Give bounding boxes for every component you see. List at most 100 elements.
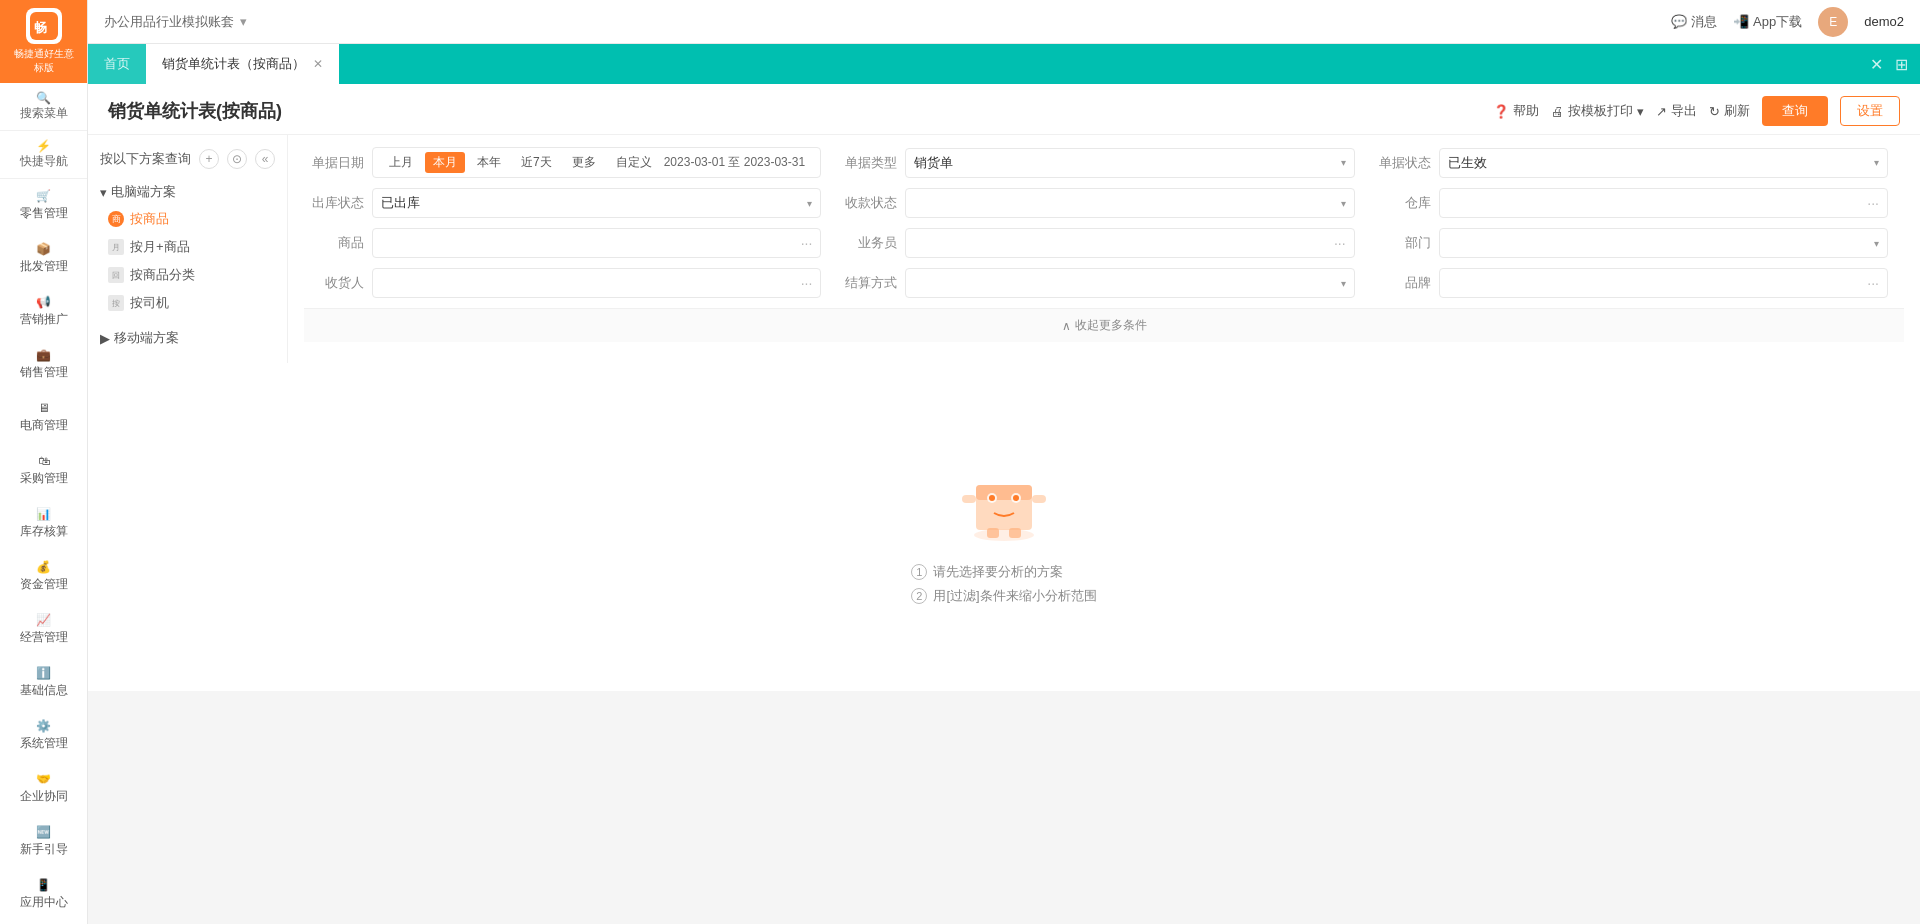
sidebar-item-basic[interactable]: ℹ️ 基础信息 (0, 656, 87, 709)
tab-bar: 首页 销货单统计表（按商品） ✕ ✕ ⊞ (88, 44, 1920, 84)
query-button[interactable]: 查询 (1762, 96, 1828, 126)
tab-home[interactable]: 首页 (88, 44, 146, 84)
doc-status-arrow: ▾ (1874, 157, 1879, 168)
window-minimize-button[interactable]: ✕ (1866, 55, 1887, 74)
svg-text:畅: 畅 (34, 20, 47, 35)
message-button[interactable]: 💬 消息 (1671, 13, 1717, 31)
doc-type-label: 单据类型 (837, 154, 905, 172)
refresh-button[interactable]: ↻ 刷新 (1709, 102, 1750, 120)
sidebar-search[interactable]: 🔍 搜索菜单 (0, 83, 87, 131)
receiver-label: 收货人 (304, 274, 372, 292)
goods-control[interactable]: ··· (372, 228, 821, 258)
filter-row-4: 收货人 ··· 结算方式 ▾ 品牌 ··· (304, 268, 1904, 298)
breadcrumb-text: 办公用品行业模拟账套 (104, 13, 234, 31)
topbar: 办公用品行业模拟账套 ▾ 💬 消息 📲 App下载 E demo2 (88, 0, 1920, 44)
brand-dots: ··· (1867, 275, 1879, 291)
empty-tips: 1 请先选择要分析的方案 2 用[过滤]条件来缩小分析范围 (911, 563, 1096, 611)
svg-rect-4 (976, 485, 1032, 500)
settlement-control[interactable]: ▾ (905, 268, 1354, 298)
warehouse-dots: ··· (1867, 195, 1879, 211)
department-control[interactable]: ▾ (1439, 228, 1888, 258)
doc-type-control[interactable]: 销货单 ▾ (905, 148, 1354, 178)
scheme-item-icon-by-month: 月 (108, 239, 124, 255)
tip-num-2: 2 (911, 588, 927, 604)
scheme-header: 按以下方案查询 + ⊙ « (88, 143, 287, 175)
sidebar-menu-list: 🛒 零售管理 📦 批发管理 📢 营销推广 💼 销售管理 🖥 电商管理 🛍 采购管… (0, 179, 87, 924)
template-print-button[interactable]: 🖨 按模板打印 ▾ (1551, 102, 1644, 120)
sidebar-item-operation[interactable]: 📈 经营管理 (0, 603, 87, 656)
sidebar-item-ecommerce[interactable]: 🖥 电商管理 (0, 391, 87, 444)
date-range-group[interactable]: 上月 本月 本年 近7天 更多 自定义 2023-03-01 至 2023-03… (372, 147, 821, 178)
sidebar-item-inventory[interactable]: 📊 库存核算 (0, 497, 87, 550)
sidebar-item-enterprise[interactable]: 🤝 企业协同 (0, 762, 87, 815)
tab-close-button[interactable]: ✕ (313, 57, 323, 71)
scheme-item-by-month-goods[interactable]: 月 按月+商品 (96, 233, 287, 261)
scheme-group-arrow: ▾ (100, 185, 107, 200)
settlement-label: 结算方式 (837, 274, 905, 292)
salesperson-control[interactable]: ··· (905, 228, 1354, 258)
scheme-item-by-cashier[interactable]: 按 按司机 (96, 289, 287, 317)
payment-status-control[interactable]: ▾ (905, 188, 1354, 218)
date-pill-7days[interactable]: 近7天 (513, 152, 560, 173)
sidebar-item-marketing[interactable]: 📢 营销推广 (0, 285, 87, 338)
doc-type-value: 销货单 (914, 154, 1340, 172)
salesperson-dots: ··· (1334, 235, 1346, 251)
scheme-sidebar: 按以下方案查询 + ⊙ « ▾ 电脑端方案 商 按商品 (88, 135, 288, 363)
app-download-button[interactable]: 📲 App下载 (1733, 13, 1802, 31)
empty-state: 1 请先选择要分析的方案 2 用[过滤]条件来缩小分析范围 (88, 363, 1920, 691)
collapse-bar[interactable]: ∧ 收起更多条件 (304, 308, 1904, 342)
scheme-items-desktop: 商 按商品 月 按月+商品 回 按商品分类 (88, 205, 287, 317)
sidebar-item-newuser[interactable]: 🆕 新手引导 (0, 815, 87, 868)
settings-button[interactable]: 设置 (1840, 96, 1900, 126)
window-maximize-button[interactable]: ⊞ (1891, 55, 1912, 74)
tip-text-2: 用[过滤]条件来缩小分析范围 (933, 587, 1096, 605)
out-status-control[interactable]: 已出库 ▾ (372, 188, 821, 218)
warehouse-control[interactable]: ··· (1439, 188, 1888, 218)
sidebar-item-appcenter[interactable]: 📱 应用中心 (0, 868, 87, 921)
breadcrumb-dropdown-icon[interactable]: ▾ (240, 14, 247, 29)
receiver-control[interactable]: ··· (372, 268, 821, 298)
scheme-group-mobile-title[interactable]: ▶ 移动端方案 (88, 325, 287, 351)
topbar-right: 💬 消息 📲 App下载 E demo2 (1671, 7, 1904, 37)
sidebar-item-system[interactable]: ⚙️ 系统管理 (0, 709, 87, 762)
sidebar-item-wholesale[interactable]: 📦 批发管理 (0, 232, 87, 285)
print-dropdown-icon: ▾ (1637, 104, 1644, 119)
user-name[interactable]: demo2 (1864, 14, 1904, 29)
scheme-copy-button[interactable]: ⊙ (227, 149, 247, 169)
filter-row-2: 出库状态 已出库 ▾ 收款状态 ▾ 仓库 ·· (304, 188, 1904, 218)
filter-row-3: 商品 ··· 业务员 ··· 部门 ▾ (304, 228, 1904, 258)
sidebar-item-finance[interactable]: 💰 资金管理 (0, 550, 87, 603)
tab-report[interactable]: 销货单统计表（按商品） ✕ (146, 44, 339, 84)
date-pill-more[interactable]: 更多 (564, 152, 604, 173)
sidebar-item-retail[interactable]: 🛒 零售管理 (0, 179, 87, 232)
help-button[interactable]: ❓ 帮助 (1493, 102, 1539, 120)
date-pill-this-month[interactable]: 本月 (425, 152, 465, 173)
doc-status-control[interactable]: 已生效 ▾ (1439, 148, 1888, 178)
print-icon: 🖨 (1551, 104, 1564, 119)
svg-rect-10 (1032, 495, 1046, 503)
export-button[interactable]: ↗ 导出 (1656, 102, 1697, 120)
scheme-item-by-category[interactable]: 回 按商品分类 (96, 261, 287, 289)
date-pills: 上月 本月 本年 近7天 更多 自定义 (381, 152, 660, 173)
avatar[interactable]: E (1818, 7, 1848, 37)
sidebar-item-sales[interactable]: 💼 销售管理 (0, 338, 87, 391)
scheme-add-button[interactable]: + (199, 149, 219, 169)
brand-control[interactable]: ··· (1439, 268, 1888, 298)
sidebar-quick-nav[interactable]: ⚡ 快捷导航 (0, 131, 87, 179)
scheme-item-by-goods[interactable]: 商 按商品 (96, 205, 287, 233)
goods-label: 商品 (304, 234, 372, 252)
date-pill-this-year[interactable]: 本年 (469, 152, 509, 173)
filter-row-1: 单据日期 上月 本月 本年 近7天 更多 自定义 2023-03-01 至 20… (304, 147, 1904, 178)
sidebar-app-name: 畅捷通好生意 (14, 47, 74, 61)
scheme-item-icon-by-goods: 商 (108, 211, 124, 227)
date-pill-custom[interactable]: 自定义 (608, 152, 660, 173)
sidebar-item-purchase[interactable]: 🛍 采购管理 (0, 444, 87, 497)
scheme-group-desktop-title[interactable]: ▾ 电脑端方案 (88, 179, 287, 205)
warehouse-label: 仓库 (1371, 194, 1439, 212)
date-pill-last-month[interactable]: 上月 (381, 152, 421, 173)
payment-status-label: 收款状态 (837, 194, 905, 212)
svg-point-2 (974, 529, 1034, 541)
page-content: 销货单统计表(按商品) ❓ 帮助 🖨 按模板打印 ▾ ↗ 导出 (88, 84, 1920, 924)
goods-dots: ··· (801, 235, 813, 251)
scheme-collapse-button[interactable]: « (255, 149, 275, 169)
